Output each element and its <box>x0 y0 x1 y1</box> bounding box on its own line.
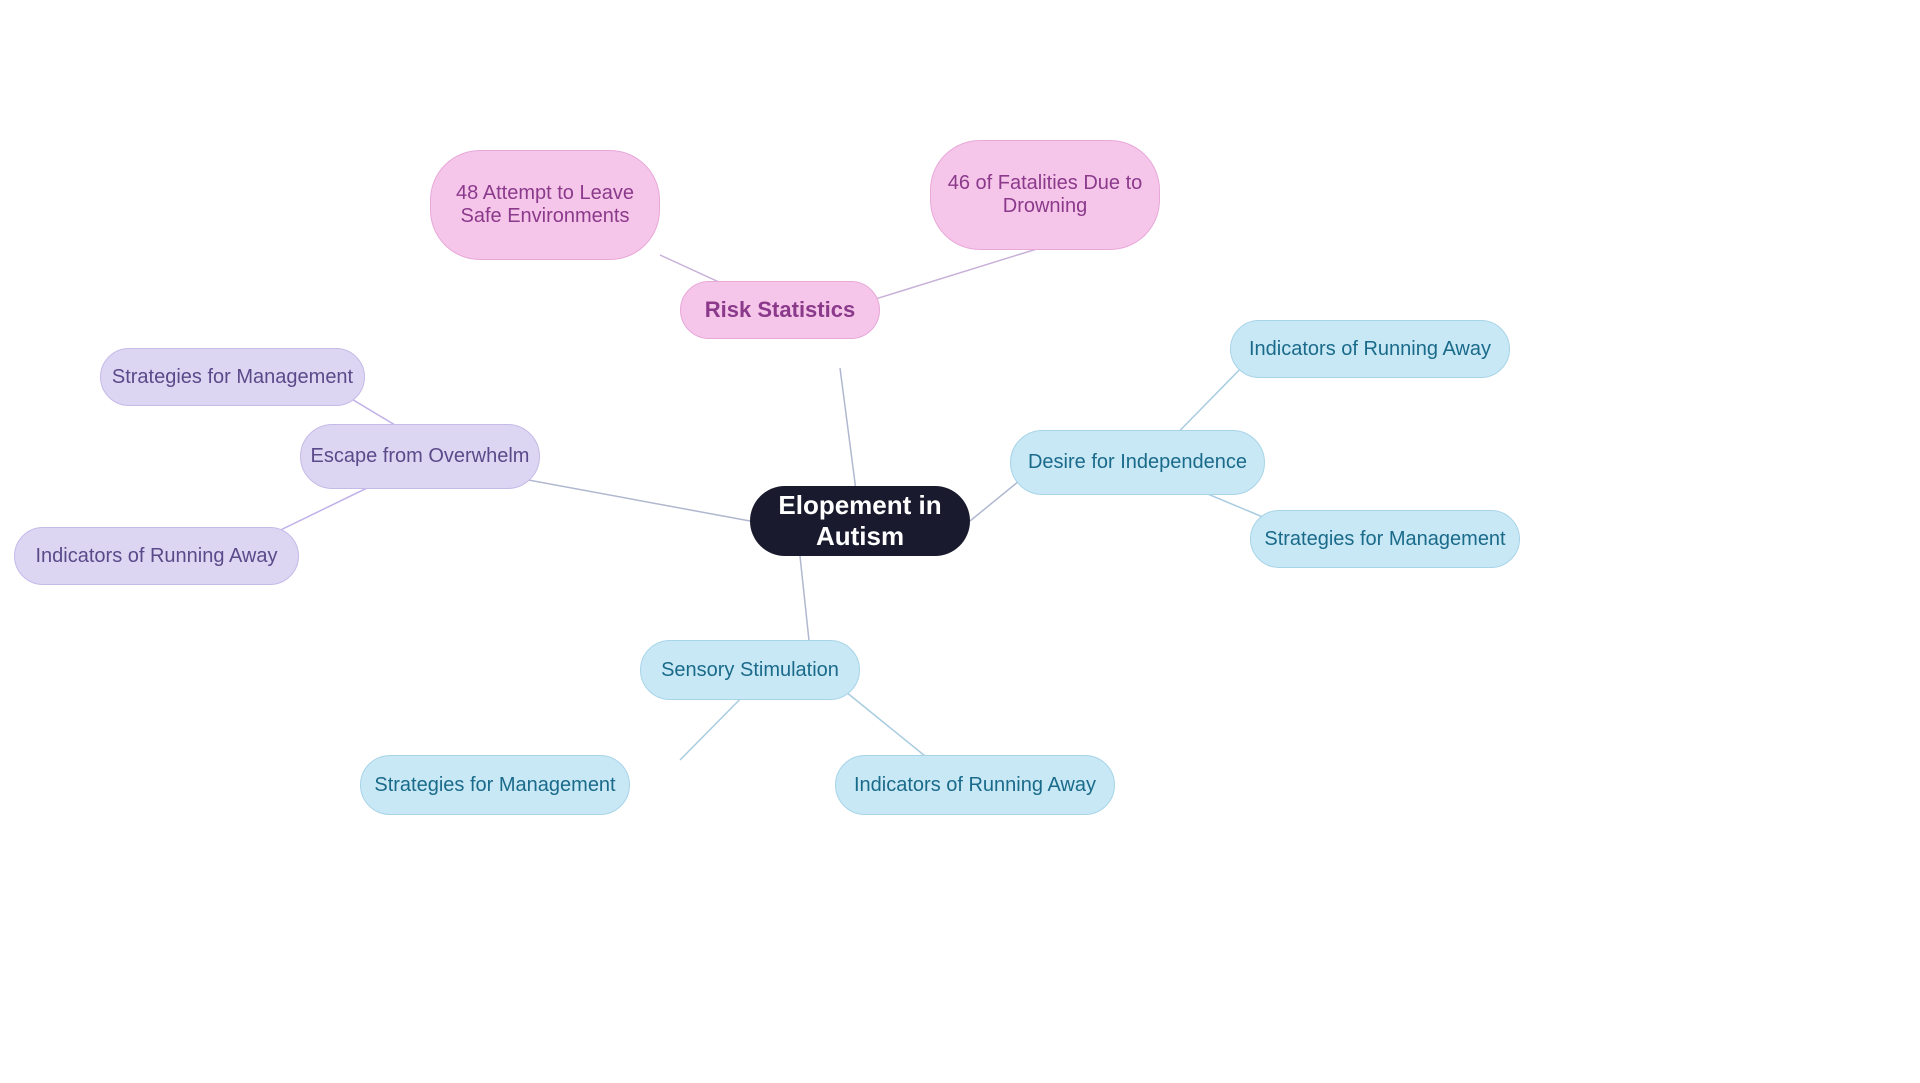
escape-overwhelm-label: Escape from Overwhelm <box>311 445 530 468</box>
sensory-stimulation-node[interactable]: Sensory Stimulation <box>640 640 860 700</box>
sensory-stimulation-label: Sensory Stimulation <box>661 659 839 682</box>
escape-overwhelm-node[interactable]: Escape from Overwhelm <box>300 424 540 489</box>
fatalities-label: 46 of Fatalities Due to Drowning <box>941 172 1149 218</box>
desire-independence-node[interactable]: Desire for Independence <box>1010 430 1265 495</box>
indicators-bottom-right-label: Indicators of Running Away <box>854 774 1096 797</box>
strategies-right-node[interactable]: Strategies for Management <box>1250 510 1520 568</box>
attempt-leave-node[interactable]: 48 Attempt to Leave Safe Environments <box>430 150 660 260</box>
attempt-leave-label: 48 Attempt to Leave Safe Environments <box>441 182 649 228</box>
strategies-mgmt-left-label: Strategies for Management <box>112 366 353 389</box>
indicators-left-node[interactable]: Indicators of Running Away <box>14 527 299 585</box>
strategies-right-label: Strategies for Management <box>1264 528 1505 551</box>
indicators-left-label: Indicators of Running Away <box>35 545 277 568</box>
center-label: Elopement in Autism <box>750 490 970 552</box>
center-node[interactable]: Elopement in Autism <box>750 486 970 556</box>
risk-statistics-node[interactable]: Risk Statistics <box>680 281 880 339</box>
risk-statistics-label: Risk Statistics <box>705 297 855 323</box>
desire-independence-label: Desire for Independence <box>1028 451 1247 474</box>
strategies-bottom-left-node[interactable]: Strategies for Management <box>360 755 630 815</box>
fatalities-node[interactable]: 46 of Fatalities Due to Drowning <box>930 140 1160 250</box>
indicators-bottom-right-node[interactable]: Indicators of Running Away <box>835 755 1115 815</box>
indicators-top-right-node[interactable]: Indicators of Running Away <box>1230 320 1510 378</box>
strategies-bottom-left-label: Strategies for Management <box>374 774 615 797</box>
strategies-mgmt-left-node[interactable]: Strategies for Management <box>100 348 365 406</box>
indicators-top-right-label: Indicators of Running Away <box>1249 338 1491 361</box>
